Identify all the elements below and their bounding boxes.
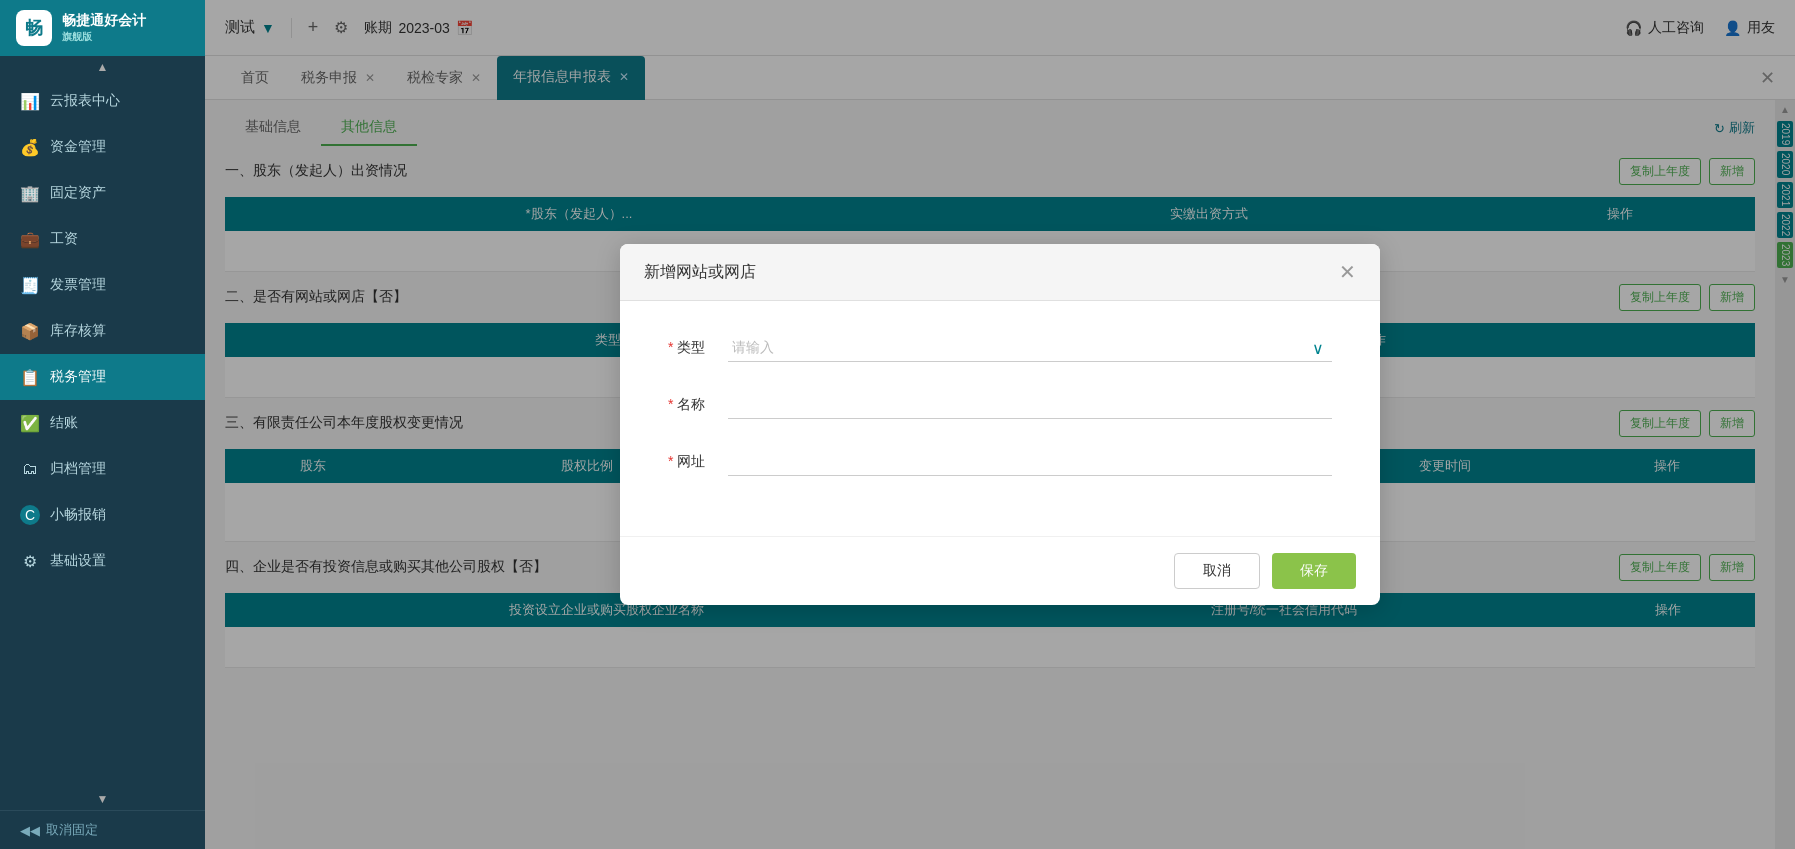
cancel-button[interactable]: 取消 xyxy=(1174,553,1260,589)
sidebar-item-salary[interactable]: 💼 工资 xyxy=(0,216,205,262)
invoice-mgmt-icon: 🧾 xyxy=(20,275,40,295)
required-mark: * xyxy=(668,396,673,412)
sidebar-nav: 📊 云报表中心 💰 资金管理 🏢 固定资产 💼 工资 🧾 发票管理 📦 库存核算… xyxy=(0,78,205,788)
sidebar-item-archive[interactable]: 🗂 归档管理 xyxy=(0,446,205,492)
basic-settings-icon: ⚙ xyxy=(20,551,40,571)
name-label: * 名称 xyxy=(668,396,728,414)
fund-mgmt-icon: 💰 xyxy=(20,137,40,157)
accounting-icon: ✅ xyxy=(20,413,40,433)
sidebar-item-label: 基础设置 xyxy=(50,552,106,570)
dropdown-arrow-icon[interactable]: ∨ xyxy=(1312,338,1324,357)
sidebar-item-label: 云报表中心 xyxy=(50,92,120,110)
sidebar-item-label: 小畅报销 xyxy=(50,506,106,524)
sidebar-item-label: 资金管理 xyxy=(50,138,106,156)
required-mark: * xyxy=(668,453,673,469)
xiao-chang-icon: C xyxy=(20,505,40,525)
main-area: 测试 ▼ + ⚙ 账期 2023-03 📅 🎧 人工咨询 👤 用友 首页 税 xyxy=(205,0,1795,849)
logo-icon: 畅 xyxy=(16,10,52,46)
salary-icon: 💼 xyxy=(20,229,40,249)
cloud-report-icon: 📊 xyxy=(20,91,40,111)
sidebar-pin-toggle[interactable]: ◀◀ 取消固定 xyxy=(0,810,205,849)
required-mark: * xyxy=(668,339,673,355)
logo-sub: 旗舰版 xyxy=(62,30,146,44)
form-row-name: * 名称 xyxy=(668,390,1332,419)
logo-main: 畅捷通好会计 xyxy=(62,12,146,30)
sidebar-scroll-down[interactable]: ▼ xyxy=(0,788,205,810)
archive-icon: 🗂 xyxy=(20,459,40,479)
sidebar-item-fund-mgmt[interactable]: 💰 资金管理 xyxy=(0,124,205,170)
type-input-wrap: ∨ xyxy=(728,333,1332,362)
sidebar-item-label: 工资 xyxy=(50,230,78,248)
sidebar-item-fixed-assets[interactable]: 🏢 固定资产 xyxy=(0,170,205,216)
modal-body: * 类型 ∨ * 名称 xyxy=(620,301,1380,536)
modal-close-button[interactable]: ✕ xyxy=(1339,260,1356,284)
modal-overlay: 新增网站或网店 ✕ * 类型 ∨ xyxy=(205,0,1795,849)
form-row-url: * 网址 xyxy=(668,447,1332,476)
fixed-assets-icon: 🏢 xyxy=(20,183,40,203)
tax-mgmt-icon: 📋 xyxy=(20,367,40,387)
app-logo: 畅 畅捷通好会计 旗舰版 xyxy=(0,0,205,56)
sidebar-item-accounting[interactable]: ✅ 结账 xyxy=(0,400,205,446)
type-label: * 类型 xyxy=(668,339,728,357)
form-row-type: * 类型 ∨ xyxy=(668,333,1332,362)
sidebar-item-tax-mgmt[interactable]: 📋 税务管理 xyxy=(0,354,205,400)
type-input[interactable] xyxy=(728,333,1332,362)
sidebar-item-cloud-report[interactable]: 📊 云报表中心 xyxy=(0,78,205,124)
modal-footer: 取消 保存 xyxy=(620,536,1380,605)
url-input-wrap xyxy=(728,447,1332,476)
sidebar-item-basic-settings[interactable]: ⚙ 基础设置 xyxy=(0,538,205,584)
pin-icon: ◀◀ xyxy=(20,823,40,838)
modal-header: 新增网站或网店 ✕ xyxy=(620,244,1380,301)
url-label: * 网址 xyxy=(668,453,728,471)
save-button[interactable]: 保存 xyxy=(1272,553,1356,589)
url-input[interactable] xyxy=(728,447,1332,476)
pin-label: 取消固定 xyxy=(46,821,98,839)
sidebar-item-label: 发票管理 xyxy=(50,276,106,294)
name-input-wrap xyxy=(728,390,1332,419)
sidebar-item-label: 固定资产 xyxy=(50,184,106,202)
name-input[interactable] xyxy=(728,390,1332,419)
sidebar-scroll-up[interactable]: ▲ xyxy=(0,56,205,78)
sidebar-item-label: 税务管理 xyxy=(50,368,106,386)
sidebar-item-label: 库存核算 xyxy=(50,322,106,340)
sidebar-item-inventory[interactable]: 📦 库存核算 xyxy=(0,308,205,354)
sidebar-item-label: 归档管理 xyxy=(50,460,106,478)
sidebar: 畅 畅捷通好会计 旗舰版 ▲ 📊 云报表中心 💰 资金管理 🏢 固定资产 💼 工… xyxy=(0,0,205,849)
modal-add-website: 新增网站或网店 ✕ * 类型 ∨ xyxy=(620,244,1380,605)
sidebar-item-invoice-mgmt[interactable]: 🧾 发票管理 xyxy=(0,262,205,308)
sidebar-item-label: 结账 xyxy=(50,414,78,432)
inventory-icon: 📦 xyxy=(20,321,40,341)
sidebar-item-xiao-chang[interactable]: C 小畅报销 xyxy=(0,492,205,538)
modal-title: 新增网站或网店 xyxy=(644,262,756,283)
